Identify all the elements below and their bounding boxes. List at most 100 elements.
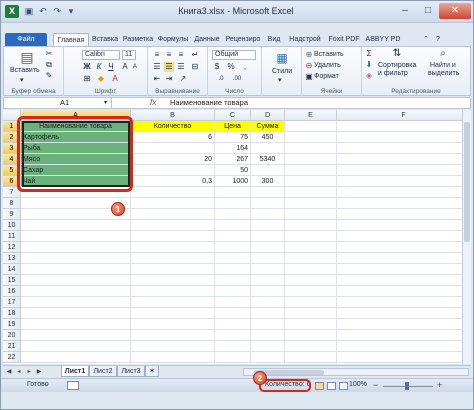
- tab-file[interactable]: Файл: [5, 33, 47, 46]
- paste-dropdown-icon[interactable]: ▾: [20, 76, 24, 86]
- sort-filter-button-line2[interactable]: и фильтр: [378, 69, 408, 79]
- percent-format-icon[interactable]: %: [226, 62, 236, 72]
- bold-button[interactable]: Ж: [82, 62, 92, 72]
- maximize-button[interactable]: □: [417, 3, 439, 19]
- cell-d5[interactable]: [251, 165, 285, 176]
- increase-indent-icon[interactable]: ⇥: [164, 74, 174, 84]
- font-color-icon[interactable]: A: [110, 74, 120, 84]
- cell-b4[interactable]: 20: [131, 154, 215, 165]
- styles-button[interactable]: Стили: [272, 67, 292, 77]
- page-break-view-icon[interactable]: [339, 382, 348, 390]
- fill-icon[interactable]: ⬇: [364, 60, 374, 70]
- underline-button[interactable]: Ч: [106, 62, 116, 72]
- find-select-icon[interactable]: ⌕: [436, 49, 450, 59]
- vertical-scroll-thumb[interactable]: [464, 122, 470, 242]
- sheet-tab-1[interactable]: Лист1: [61, 366, 89, 377]
- sheet-tab-2[interactable]: Лист2: [89, 366, 117, 377]
- cell-c6[interactable]: 1000: [215, 176, 251, 187]
- cell-c3[interactable]: 164: [215, 143, 251, 154]
- row-header[interactable]: 21: [3, 341, 21, 352]
- cell-c5[interactable]: 50: [215, 165, 251, 176]
- row-header[interactable]: 9: [3, 209, 21, 220]
- row-header[interactable]: 15: [3, 275, 21, 286]
- excel-app-icon[interactable]: X: [5, 5, 19, 18]
- save-icon[interactable]: ▣: [23, 5, 35, 18]
- page-layout-view-icon[interactable]: [327, 382, 336, 390]
- macro-record-icon[interactable]: [67, 381, 79, 390]
- font-name-select[interactable]: Calibri: [82, 50, 120, 60]
- align-center-icon[interactable]: ☰: [164, 62, 174, 72]
- tab-data[interactable]: Данные: [191, 33, 223, 46]
- row-header[interactable]: 17: [3, 297, 21, 308]
- insert-cells-icon[interactable]: ⊕: [304, 50, 314, 60]
- tab-insert[interactable]: Вставка: [89, 33, 121, 46]
- row-header[interactable]: 10: [3, 220, 21, 231]
- tab-page-layout[interactable]: Разметка: [121, 33, 155, 46]
- delete-cells-icon[interactable]: ⊖: [304, 61, 314, 71]
- wrap-text-icon[interactable]: ↵: [190, 50, 200, 60]
- merge-cells-icon[interactable]: ⊟: [190, 62, 200, 72]
- paste-button[interactable]: Вставить: [10, 66, 40, 76]
- cell-d6[interactable]: 300: [251, 176, 285, 187]
- thousands-format-icon[interactable]: ,: [240, 62, 250, 72]
- zoom-in-icon[interactable]: +: [437, 380, 442, 390]
- column-header-b[interactable]: B: [131, 110, 215, 121]
- cell-c1[interactable]: Цена: [215, 121, 251, 132]
- format-painter-icon[interactable]: ✎: [44, 71, 54, 81]
- sheet-tab-3[interactable]: Лист3: [117, 366, 145, 377]
- italic-button[interactable]: К: [94, 62, 104, 72]
- tab-home[interactable]: Главная: [53, 33, 89, 46]
- align-right-icon[interactable]: ☰: [176, 62, 186, 72]
- prev-sheet-icon[interactable]: ◂: [15, 367, 23, 377]
- decrease-font-icon[interactable]: A: [130, 62, 140, 72]
- minimize-button[interactable]: –: [393, 3, 417, 19]
- number-format-select[interactable]: Общий: [212, 50, 256, 60]
- align-left-icon[interactable]: ☰: [152, 62, 162, 72]
- row-header[interactable]: 19: [3, 319, 21, 330]
- cell-d1[interactable]: Сумма: [251, 121, 285, 132]
- row-header[interactable]: 12: [3, 242, 21, 253]
- normal-view-icon[interactable]: [315, 382, 324, 390]
- font-size-select[interactable]: 11: [122, 50, 136, 60]
- tab-review[interactable]: Рецензиро: [223, 33, 263, 46]
- format-cells-icon[interactable]: ▣: [304, 72, 314, 82]
- cell-d2[interactable]: 450: [251, 132, 285, 143]
- copy-icon[interactable]: ⧉: [44, 60, 54, 70]
- cell-b6[interactable]: 0,3: [131, 176, 215, 187]
- find-select-button-line2[interactable]: выделить: [428, 69, 459, 79]
- horizontal-scrollbar[interactable]: [243, 368, 469, 376]
- name-box-dropdown-icon[interactable]: ▾: [104, 98, 107, 108]
- column-header-e[interactable]: E: [285, 110, 337, 121]
- minimize-ribbon-icon[interactable]: ⌃: [421, 33, 431, 46]
- borders-icon[interactable]: ⊞: [82, 74, 92, 84]
- row-header[interactable]: 11: [3, 231, 21, 242]
- cell-b5[interactable]: [131, 165, 215, 176]
- currency-format-icon[interactable]: $: [212, 62, 222, 72]
- cut-icon[interactable]: ✂: [44, 49, 54, 59]
- increase-decimal-icon[interactable]: .0: [216, 74, 226, 84]
- align-bottom-icon[interactable]: ≡: [176, 50, 186, 60]
- row-header[interactable]: 22: [3, 352, 21, 363]
- increase-font-icon[interactable]: A: [120, 62, 130, 72]
- sort-filter-icon[interactable]: ⇅: [390, 49, 404, 59]
- insert-cells-button[interactable]: Вставить: [314, 50, 344, 60]
- decrease-decimal-icon[interactable]: .00: [232, 74, 242, 84]
- align-middle-icon[interactable]: ≡: [164, 50, 174, 60]
- formula-input[interactable]: Наименование товара: [170, 98, 248, 108]
- cell-d4[interactable]: 5340: [251, 154, 285, 165]
- styles-icon[interactable]: ▦: [274, 51, 290, 65]
- tab-abbyy-pdf[interactable]: ABBYY PD: [363, 33, 403, 46]
- spreadsheet-grid[interactable]: A B C D E F 1 2 3 4 5 6 7 8 9 10 11 12 1…: [3, 110, 471, 364]
- orientation-icon[interactable]: ↗: [178, 74, 188, 84]
- zoom-out-icon[interactable]: −: [373, 380, 378, 390]
- next-sheet-icon[interactable]: ▸: [25, 367, 33, 377]
- insert-sheet-icon[interactable]: ✶: [145, 366, 159, 377]
- help-icon[interactable]: ?: [433, 33, 443, 46]
- row-header[interactable]: 18: [3, 308, 21, 319]
- decrease-indent-icon[interactable]: ⇤: [152, 74, 162, 84]
- cell-b3[interactable]: [131, 143, 215, 154]
- redo-icon[interactable]: ↷: [51, 5, 63, 18]
- row-header[interactable]: 8: [3, 198, 21, 209]
- row-header[interactable]: 13: [3, 253, 21, 264]
- cell-c4[interactable]: 267: [215, 154, 251, 165]
